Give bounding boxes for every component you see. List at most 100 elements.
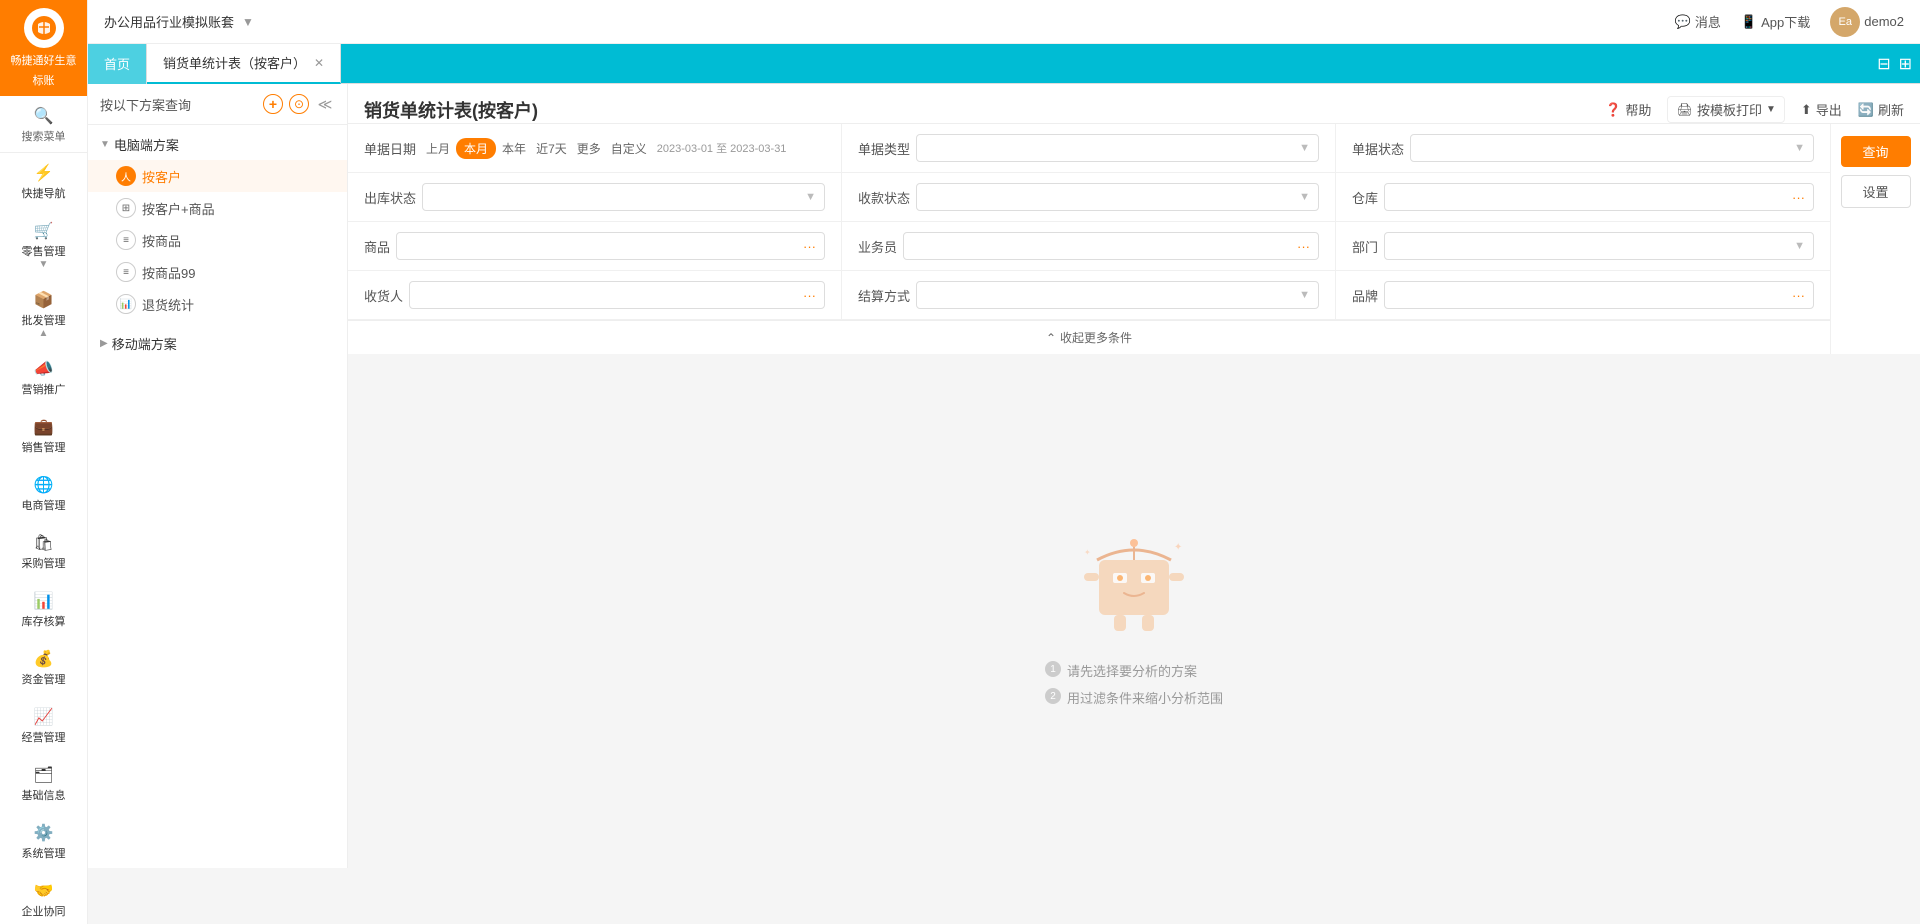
collapse-panel-btn[interactable]: ≪ [315,94,335,114]
refresh-btn[interactable]: 🔄 刷新 [1858,100,1904,119]
salesperson-label: 业务员 [858,237,897,256]
date-shortcut-last-month[interactable]: 上月 [422,138,454,159]
sidebar-item-sales[interactable]: 💼 销售管理 [0,407,87,465]
out-status-select[interactable]: ▼ [422,183,825,211]
pay-status-select[interactable]: ▼ [916,183,1319,211]
doc-type-select[interactable]: ▼ [916,134,1319,162]
date-shortcut-this-month[interactable]: 本月 [456,138,496,159]
edit-scheme-btn[interactable]: ⊙ [289,94,309,114]
settings-button[interactable]: 设置 [1841,175,1911,208]
scheme-item-return-stat[interactable]: 📊 退货统计 [88,288,347,320]
scheme-group-mobile-header[interactable]: ▶ 移动端方案 [88,328,347,359]
goods-filter-cell: 商品 ··· [348,222,842,270]
scheme-item-by-goods[interactable]: ≡ 按商品 [88,224,347,256]
sidebar-item-ecommerce[interactable]: 🌐 电商管理 [0,465,87,523]
sidebar-item-operations[interactable]: 📈 经营管理 [0,697,87,755]
message-icon: 💬 [1675,14,1691,30]
sidebar-item-wholesale[interactable]: 📦 批发管理 ▲ [0,280,87,349]
sidebar-item-finance[interactable]: 💰 资金管理 [0,639,87,697]
payment-method-select[interactable]: ▼ [916,281,1319,309]
department-select[interactable]: ▼ [1384,232,1814,260]
add-scheme-btn[interactable]: + [263,94,283,114]
help-btn[interactable]: ❓ 帮助 [1605,100,1651,119]
doc-type-filter-cell: 单据类型 ▼ [842,124,1336,172]
tab-home[interactable]: 首页 [88,44,147,84]
refresh-icon: 🔄 [1858,102,1874,118]
receiver-select[interactable]: ··· [409,281,825,309]
marketing-label: 营销推广 [22,381,66,397]
empty-illustration: ✦ ✦ [1069,515,1199,645]
finance-label: 资金管理 [22,671,66,687]
by-customer-icon: 人 [116,166,136,186]
enterprise-label: 企业协同 [22,903,66,919]
sidebar-logo-subtext: 标账 [33,72,55,88]
sidebar-item-inventory[interactable]: 📊 库存核算 [0,581,87,639]
tabbar: 首页 销货单统计表（按客户） ✕ ⊟ ⊞ [88,44,1920,84]
sidebar-item-system[interactable]: ⚙️ 系统管理 [0,813,87,871]
sidebar-item-quick-nav[interactable]: ⚡ 快捷导航 [0,153,87,211]
app-download-action[interactable]: 📱 App下载 [1741,12,1810,31]
right-panel: 销货单统计表(按客户) ❓ 帮助 🖨 按模板打印 ▼ ⬆ 导出 [348,84,1920,868]
empty-state: ✦ ✦ 1 请先选择要分析的方案 2 用过滤条件来缩小分析范围 [348,354,1920,868]
date-shortcut-custom[interactable]: 自定义 [607,138,651,159]
topbar-dropdown-icon[interactable]: ▼ [242,15,254,29]
sidebar-item-marketing[interactable]: 📣 营销推广 [0,349,87,407]
collapse-bar[interactable]: ⌃ 收起更多条件 [348,320,1830,354]
date-filter-cell: 单据日期 上月 本月 本年 近7天 更多 自定义 2023-03-01 至 20… [348,124,842,172]
scheme-group-desktop-header[interactable]: ▼ 电脑端方案 [88,129,347,160]
refresh-label: 刷新 [1878,100,1904,119]
scheme-item-by-customer[interactable]: 人 按客户 [88,160,347,192]
user-name: demo2 [1864,14,1904,29]
sidebar-item-basic[interactable]: 🗂 基础信息 [0,755,87,813]
goods-dots: ··· [803,239,816,254]
tip-2-text: 用过滤条件来缩小分析范围 [1067,688,1223,707]
sidebar-item-retail[interactable]: 🛒 零售管理 ▼ [0,211,87,280]
out-status-filter-cell: 出库状态 ▼ [348,173,842,221]
messages-action[interactable]: 💬 消息 [1675,12,1721,31]
filter-row-4: 收货人 ··· 结算方式 ▼ 品牌 [348,271,1830,320]
date-shortcut-more[interactable]: 更多 [573,138,605,159]
tab-sales-stat[interactable]: 销货单统计表（按客户） ✕ [147,44,341,84]
user-profile[interactable]: Ea demo2 [1830,7,1904,37]
sidebar-search[interactable]: 🔍 搜索菜单 [0,96,87,153]
sidebar-item-enterprise[interactable]: 🤝 企业协同 [0,871,87,924]
date-label: 单据日期 [364,139,416,158]
operations-label: 经营管理 [22,729,66,745]
by-customer-goods-icon: ⊞ [116,198,136,218]
filter-content: 单据日期 上月 本月 本年 近7天 更多 自定义 2023-03-01 至 20… [348,124,1830,354]
tab-home-label: 首页 [104,54,130,73]
brand-dots: ··· [1792,288,1805,303]
payment-method-filter-cell: 结算方式 ▼ [842,271,1336,319]
salesperson-select[interactable]: ··· [903,232,1319,260]
brand-select[interactable]: ··· [1384,281,1814,309]
tab-close-icon[interactable]: ✕ [314,56,324,70]
sidebar-item-purchase[interactable]: 🛍 采购管理 [0,523,87,581]
pay-status-filter-cell: 收款状态 ▼ [842,173,1336,221]
date-shortcut-this-year[interactable]: 本年 [498,138,530,159]
user-avatar: Ea [1830,7,1860,37]
query-button[interactable]: 查询 [1841,136,1911,167]
doc-status-chevron: ▼ [1794,142,1805,154]
warehouse-dots: ··· [1792,190,1805,205]
scheme-item-by-customer-goods[interactable]: ⊞ 按客户+商品 [88,192,347,224]
tab-maximize-btn[interactable]: ⊞ [1899,54,1912,74]
quick-nav-label: 快捷导航 [22,185,66,201]
salesperson-filter-cell: 业务员 ··· [842,222,1336,270]
wholesale-label: 批发管理 [22,312,66,328]
return-stat-label: 退货统计 [142,295,194,314]
svg-text:✦: ✦ [1084,548,1091,557]
tab-minimize-btn[interactable]: ⊟ [1877,54,1890,74]
warehouse-select[interactable]: ··· [1384,183,1814,211]
tip-num-2: 2 [1045,688,1061,704]
goods-select[interactable]: ··· [396,232,825,260]
scheme-item-by-goods-99[interactable]: ≡ 按商品99 [88,256,347,288]
doc-status-select[interactable]: ▼ [1410,134,1814,162]
template-print-btn[interactable]: 🖨 按模板打印 ▼ [1667,96,1784,123]
sidebar-logo[interactable]: 畅捷通好生意 标账 [0,0,87,96]
date-shortcut-7days[interactable]: 近7天 [532,138,571,159]
search-label: 搜索菜单 [22,128,66,144]
sales-label: 销售管理 [22,439,66,455]
ecommerce-label: 电商管理 [22,497,66,513]
export-btn[interactable]: ⬆ 导出 [1801,100,1842,119]
topbar-right: 💬 消息 📱 App下载 Ea demo2 [1675,7,1904,37]
